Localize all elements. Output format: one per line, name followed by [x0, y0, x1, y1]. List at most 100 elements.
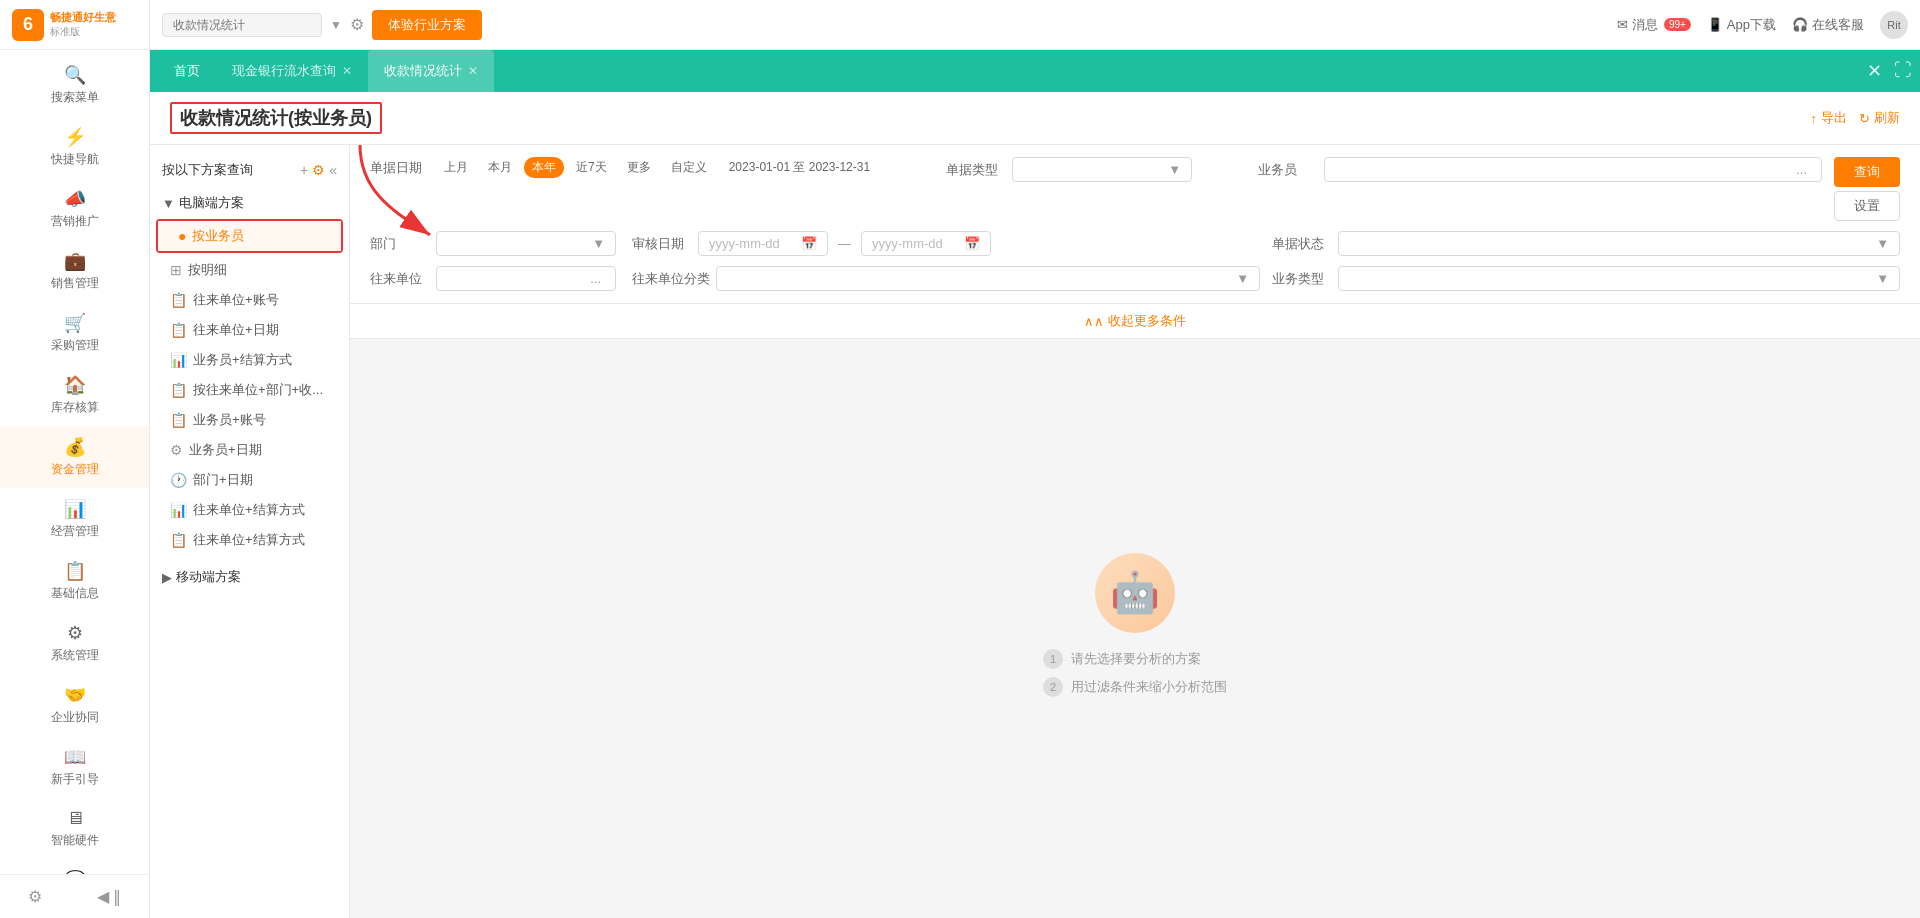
review-date-from-input[interactable]: yyyy-mm-dd 📅 — [698, 231, 828, 256]
sidebar-item-warehouse[interactable]: 🏠 库存核算 — [0, 364, 149, 426]
filter-area: 单据日期 上月 本月 本年 近7天 更多 自定义 2023-01-01 至 20… — [350, 145, 1920, 304]
date-tab-last-month[interactable]: 上月 — [436, 157, 476, 178]
collapse-sidebar-icon[interactable]: ◀ ‖ — [97, 887, 121, 906]
tree-item-partner-account[interactable]: 📋 往来单位+账号 — [150, 285, 349, 315]
salesperson-select[interactable]: ... — [1324, 157, 1822, 182]
business-type-arrow-icon: ▼ — [1876, 271, 1889, 286]
detail-icon: ⊞ — [170, 262, 182, 278]
topbar-right: ✉ 消息 99+ 📱 App下载 🎧 在线客服 Rit — [1617, 11, 1908, 39]
date-tab-7days[interactable]: 近7天 — [568, 157, 615, 178]
breadcrumb-input[interactable] — [162, 13, 322, 37]
salesperson-dots[interactable]: ... — [1796, 162, 1807, 177]
settings-footer-icon[interactable]: ⚙ — [28, 887, 42, 906]
tree-item-partner-settlement1[interactable]: 📊 往来单位+结算方式 — [150, 495, 349, 525]
export-button[interactable]: ↑ 导出 — [1811, 109, 1848, 127]
tab-bank-flow[interactable]: 现金银行流水查询 ✕ — [216, 50, 368, 92]
tab-close-collection-stats[interactable]: ✕ — [468, 64, 478, 78]
partner-label: 往来单位 — [370, 270, 430, 288]
date-tab-more[interactable]: 更多 — [619, 157, 659, 178]
sidebar-item-purchase[interactable]: 🛒 采购管理 — [0, 302, 149, 364]
date-range-text: 2023-01-01 至 2023-12-31 — [729, 159, 870, 176]
sidebar-item-sales[interactable]: 💼 销售管理 — [0, 240, 149, 302]
sidebar-item-guide[interactable]: 📖 新手引导 — [0, 736, 149, 798]
voucher-status-select[interactable]: ▼ — [1338, 231, 1900, 256]
sidebar-label-quick-nav: 快捷导航 — [51, 151, 99, 168]
data-area: 🤖 1 请先选择要分析的方案 2 用过滤条件来缩小分析范围 — [350, 339, 1920, 918]
date-tab-this-year[interactable]: 本年 — [524, 157, 564, 178]
left-panel: 按以下方案查询 + ⚙ « ▼ 电脑端方案 ● 按业务员 — [150, 145, 350, 918]
sidebar-item-smart-hw[interactable]: 🖥 智能硬件 — [0, 798, 149, 859]
date-tab-custom[interactable]: 自定义 — [663, 157, 715, 178]
empty-state: 🤖 1 请先选择要分析的方案 2 用过滤条件来缩小分析范围 — [1043, 553, 1227, 705]
refresh-button[interactable]: ↻ 刷新 — [1859, 109, 1900, 127]
dropdown-arrow-icon[interactable]: ▼ — [330, 18, 342, 32]
date-label: 单据日期 — [370, 159, 430, 177]
partner-dots[interactable]: ... — [590, 271, 601, 286]
sidebar-item-system[interactable]: ⚙ 系统管理 — [0, 612, 149, 674]
tab-collection-stats[interactable]: 收款情况统计 ✕ — [368, 50, 494, 92]
chevron-up-icon: ∧∧ — [1084, 314, 1104, 329]
smart-hw-icon: 🖥 — [66, 808, 84, 829]
business-type-select[interactable]: ▼ — [1338, 266, 1900, 291]
online-service-action[interactable]: 🎧 在线客服 — [1792, 16, 1864, 34]
voucher-status-label: 单据状态 — [1272, 235, 1332, 253]
business-type-label: 业务类型 — [1272, 270, 1332, 288]
sidebar-item-operation[interactable]: 📊 经营管理 — [0, 488, 149, 550]
sidebar-label-purchase: 采购管理 — [51, 337, 99, 354]
wechat-icon: 💬 — [64, 869, 86, 874]
tree-item-by-salesperson[interactable]: ● 按业务员 — [158, 221, 341, 251]
review-date-label: 审核日期 — [632, 235, 692, 253]
user-avatar[interactable]: Rit — [1880, 11, 1908, 39]
review-date-to-input[interactable]: yyyy-mm-dd 📅 — [861, 231, 991, 256]
tree-item-partner-dept-collect[interactable]: 📋 按往来单位+部门+收... — [150, 375, 349, 405]
sidebar-label-basic: 基础信息 — [51, 585, 99, 602]
page-title: 收款情况统计(按业务员) — [170, 102, 382, 134]
tree-item-by-detail[interactable]: ⊞ 按明细 — [150, 255, 349, 285]
tree-item-salesperson-account[interactable]: 📋 业务员+账号 — [150, 405, 349, 435]
panel-collapse-icon[interactable]: « — [329, 162, 337, 178]
message-action[interactable]: ✉ 消息 99+ — [1617, 16, 1691, 34]
message-icon: ✉ — [1617, 17, 1628, 32]
desktop-section-title[interactable]: ▼ 电脑端方案 — [150, 189, 349, 217]
tab-close-all-icon[interactable]: ✕ — [1867, 60, 1882, 82]
sidebar-item-enterprise[interactable]: 🤝 企业协同 — [0, 674, 149, 736]
partner-select[interactable]: ... — [436, 266, 616, 291]
panel-add-icon[interactable]: + — [300, 162, 308, 178]
content-area: 按以下方案查询 + ⚙ « ▼ 电脑端方案 ● 按业务员 — [150, 145, 1920, 918]
topbar-gear-icon[interactable]: ⚙ — [350, 15, 364, 34]
sidebar-label-warehouse: 库存核算 — [51, 399, 99, 416]
salesperson-account-icon: 📋 — [170, 412, 187, 428]
mobile-section-title[interactable]: ▶ 移动端方案 — [150, 563, 349, 591]
date-tab-this-month[interactable]: 本月 — [480, 157, 520, 178]
partner-category-select[interactable]: ▼ — [716, 266, 1260, 291]
tab-close-bank-flow[interactable]: ✕ — [342, 64, 352, 78]
operation-icon: 📊 — [64, 498, 86, 520]
tree-item-dept-date[interactable]: 🕐 部门+日期 — [150, 465, 349, 495]
app-download-action[interactable]: 📱 App下载 — [1707, 16, 1776, 34]
partner-account-icon: 📋 — [170, 292, 187, 308]
right-panel: 单据日期 上月 本月 本年 近7天 更多 自定义 2023-01-01 至 20… — [350, 145, 1920, 918]
sidebar-item-quick-nav[interactable]: ⚡ 快捷导航 — [0, 116, 149, 178]
enterprise-icon: 🤝 — [64, 684, 86, 706]
trial-button[interactable]: 体验行业方案 — [372, 10, 482, 40]
tab-maximize-icon[interactable]: ⛶ — [1894, 60, 1912, 82]
tree-item-salesperson-settlement[interactable]: 📊 业务员+结算方式 — [150, 345, 349, 375]
panel-settings-icon[interactable]: ⚙ — [312, 162, 325, 178]
sidebar-item-search[interactable]: 🔍 搜索菜单 — [0, 54, 149, 116]
logo-area: 6 畅捷通好生意 标准版 — [0, 0, 149, 50]
settings-button[interactable]: 设置 — [1834, 191, 1900, 221]
tabbar-right: ✕ ⛶ — [1867, 60, 1912, 82]
salesperson-label: 业务员 — [1258, 161, 1318, 179]
sidebar-item-basic[interactable]: 📋 基础信息 — [0, 550, 149, 612]
tree-item-salesperson-date[interactable]: ⚙ 业务员+日期 — [150, 435, 349, 465]
sidebar-item-wechat[interactable]: 💬 企业微信 — [0, 859, 149, 874]
sidebar-item-marketing[interactable]: 📣 营销推广 — [0, 178, 149, 240]
query-button[interactable]: 查询 — [1834, 157, 1900, 187]
tab-home[interactable]: 首页 — [158, 50, 216, 92]
voucher-type-select[interactable]: ▼ — [1012, 157, 1192, 182]
tree-item-partner-date[interactable]: 📋 往来单位+日期 — [150, 315, 349, 345]
dept-select[interactable]: ▼ — [436, 231, 616, 256]
collapse-bar[interactable]: ∧∧ 收起更多条件 — [350, 304, 1920, 339]
tree-item-partner-settlement2[interactable]: 📋 往来单位+结算方式 — [150, 525, 349, 555]
sidebar-item-finance[interactable]: 💰 资金管理 — [0, 426, 149, 488]
